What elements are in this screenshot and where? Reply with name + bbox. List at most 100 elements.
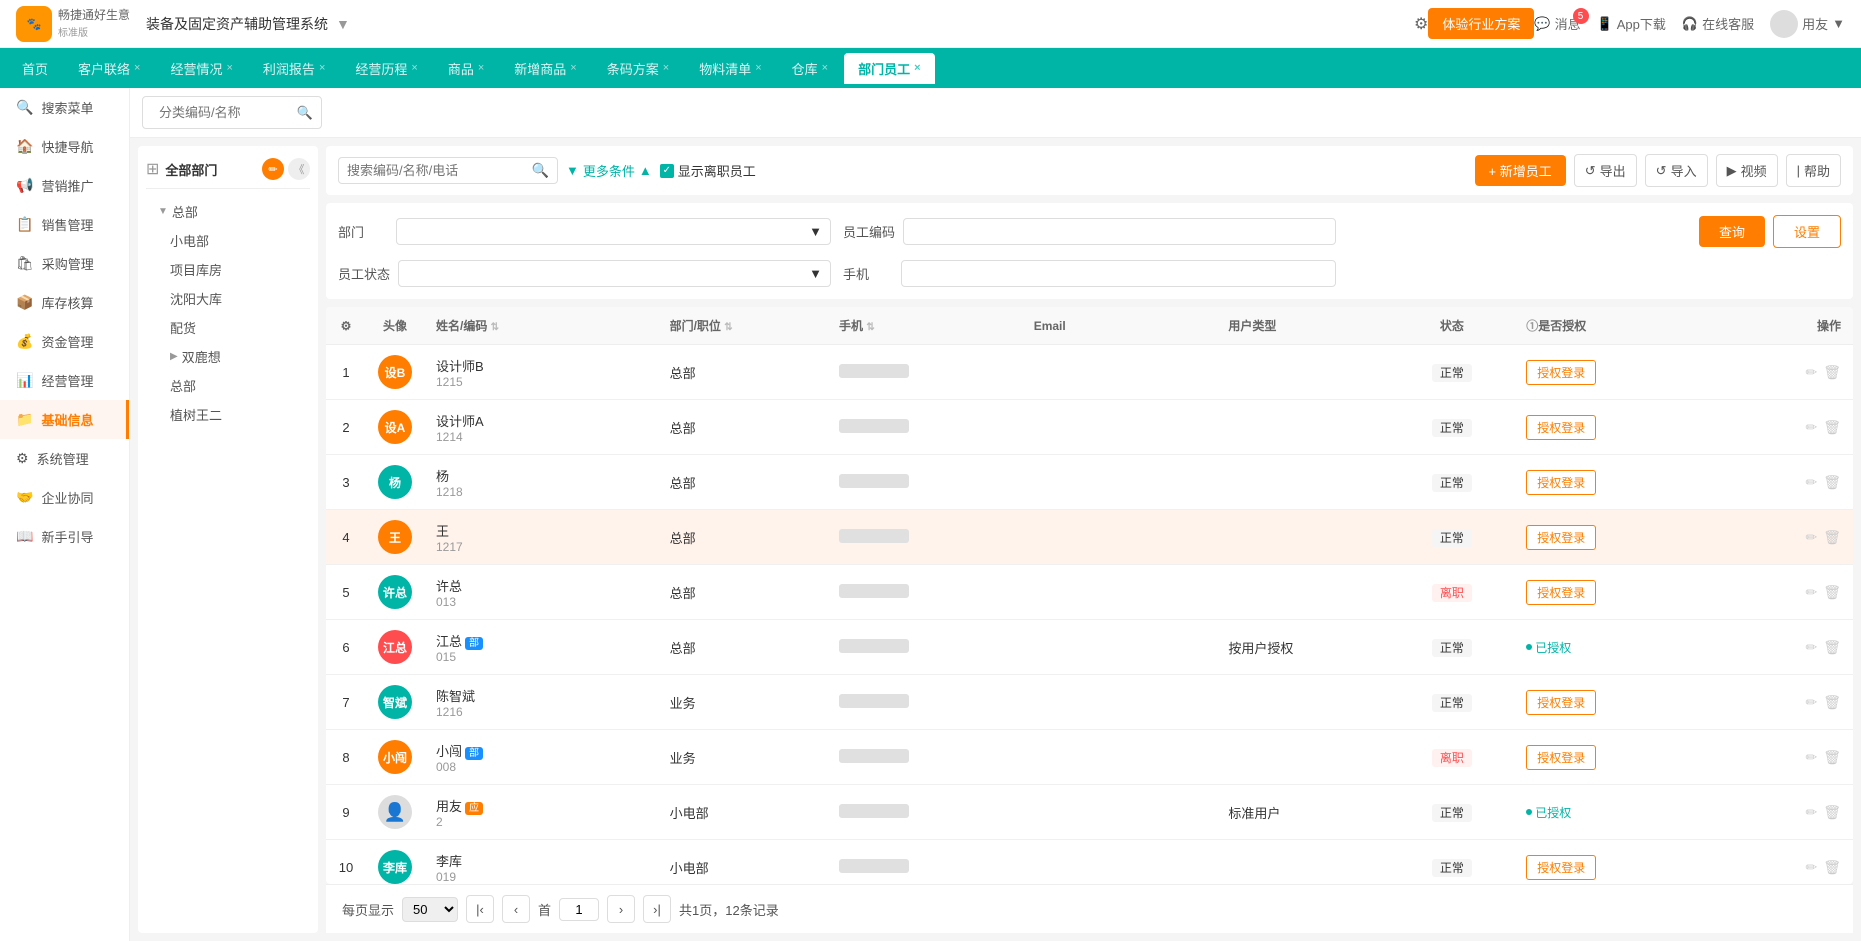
- tab-bom[interactable]: 物料清单 ×: [685, 53, 775, 84]
- delete-icon[interactable]: 🗑: [1823, 694, 1841, 711]
- tree-item-sy[interactable]: 沈阳大库: [158, 284, 310, 313]
- edit-icon[interactable]: ✏: [1805, 859, 1817, 876]
- authorize-button[interactable]: 授权登录: [1526, 580, 1596, 605]
- delete-icon[interactable]: 🗑: [1823, 529, 1841, 546]
- tree-item-xd[interactable]: 小电部: [158, 226, 310, 255]
- show-resigned-checkbox[interactable]: ✓: [660, 164, 674, 178]
- delete-icon[interactable]: 🗑: [1823, 364, 1841, 381]
- close-icon[interactable]: ×: [134, 62, 140, 74]
- import-button[interactable]: ↺ 导入: [1645, 154, 1708, 187]
- tab-home[interactable]: 首页: [8, 53, 62, 84]
- dept-search-icon[interactable]: 🔍: [297, 105, 313, 121]
- filter-phone-input[interactable]: [901, 260, 1336, 287]
- tab-warehouse[interactable]: 仓库 ×: [778, 53, 842, 84]
- close-icon[interactable]: ×: [478, 62, 484, 74]
- sidebar-item-inventory[interactable]: 📦 库存核算: [0, 283, 129, 322]
- tab-profit[interactable]: 利润报告 ×: [249, 53, 339, 84]
- search-input[interactable]: [347, 163, 532, 178]
- user-menu[interactable]: 用友 ▼: [1770, 10, 1845, 38]
- th-dept[interactable]: 部门/职位 ⇅: [658, 307, 827, 345]
- tab-history[interactable]: 经营历程 ×: [341, 53, 431, 84]
- page-input[interactable]: [559, 898, 599, 921]
- tab-customer[interactable]: 客户联络 ×: [64, 53, 154, 84]
- tree-item-ph[interactable]: 配货: [158, 313, 310, 342]
- close-icon[interactable]: ×: [570, 62, 576, 74]
- sidebar-item-purchase[interactable]: 🛍 采购管理: [0, 244, 129, 283]
- sidebar-item-finance[interactable]: 💰 资金管理: [0, 322, 129, 361]
- close-icon[interactable]: ×: [319, 62, 325, 74]
- authorize-button[interactable]: 授权登录: [1526, 415, 1596, 440]
- sidebar-item-management[interactable]: 📊 经营管理: [0, 361, 129, 400]
- th-settings[interactable]: ⚙: [326, 307, 366, 345]
- tab-operation[interactable]: 经营情况 ×: [156, 53, 246, 84]
- edit-icon[interactable]: ✏: [1805, 529, 1817, 546]
- edit-icon[interactable]: ✏: [1805, 749, 1817, 766]
- close-icon[interactable]: ×: [663, 62, 669, 74]
- close-icon[interactable]: ×: [914, 62, 920, 74]
- delete-icon[interactable]: 🗑: [1823, 749, 1841, 766]
- edit-icon[interactable]: ✏: [1805, 474, 1817, 491]
- first-page-button[interactable]: |‹: [466, 895, 494, 923]
- last-page-button[interactable]: ›|: [643, 895, 671, 923]
- trial-button[interactable]: 体验行业方案: [1428, 8, 1534, 39]
- close-icon[interactable]: ×: [226, 62, 232, 74]
- tab-staff[interactable]: 部门员工 ×: [844, 53, 934, 84]
- search-icon[interactable]: 🔍: [532, 162, 549, 179]
- dept-edit-button[interactable]: ✏: [262, 158, 284, 180]
- authorize-button[interactable]: 授权登录: [1526, 360, 1596, 385]
- reset-button[interactable]: 设置: [1773, 215, 1841, 248]
- add-employee-button[interactable]: + 新增员工: [1475, 155, 1566, 186]
- next-page-button[interactable]: ›: [607, 895, 635, 923]
- authorize-button[interactable]: 授权登录: [1526, 525, 1596, 550]
- authorize-button[interactable]: 授权登录: [1526, 745, 1596, 770]
- edit-icon[interactable]: ✏: [1805, 804, 1817, 821]
- th-name[interactable]: 姓名/编码 ⇅: [424, 307, 658, 345]
- filter-dept-select[interactable]: ▼: [396, 218, 831, 245]
- online-service-button[interactable]: 🎧 在线客服: [1682, 14, 1754, 33]
- edit-icon[interactable]: ✏: [1805, 639, 1817, 656]
- settings-icon[interactable]: ⚙: [1414, 14, 1428, 34]
- message-button[interactable]: 💬 消息 5: [1534, 14, 1580, 33]
- filter-empcode-input[interactable]: [903, 218, 1336, 245]
- delete-icon[interactable]: 🗑: [1823, 859, 1841, 876]
- th-phone[interactable]: 手机 ⇅: [827, 307, 1022, 345]
- page-size-select[interactable]: 50 100: [402, 897, 458, 922]
- delete-icon[interactable]: 🗑: [1823, 419, 1841, 436]
- sidebar-item-collab[interactable]: 🤝 企业协同: [0, 478, 129, 517]
- sidebar-item-guide[interactable]: 📖 新手引导: [0, 517, 129, 556]
- sidebar-item-sales[interactable]: 📋 销售管理: [0, 205, 129, 244]
- sidebar-item-marketing[interactable]: 📢 营销推广: [0, 166, 129, 205]
- dept-search-input[interactable]: [151, 101, 297, 124]
- tree-item-xm[interactable]: 项目库房: [158, 255, 310, 284]
- close-icon[interactable]: ×: [822, 62, 828, 74]
- sidebar-item-system[interactable]: ⚙ 系统管理: [0, 439, 129, 478]
- close-icon[interactable]: ×: [755, 62, 761, 74]
- edit-icon[interactable]: ✏: [1805, 419, 1817, 436]
- tree-item-zswz[interactable]: 植树王二: [158, 400, 310, 429]
- prev-page-button[interactable]: ‹: [502, 895, 530, 923]
- filter-status-select[interactable]: ▼: [398, 260, 831, 287]
- sidebar-item-search[interactable]: 🔍 搜索菜单: [0, 88, 129, 127]
- show-resigned-toggle[interactable]: ✓ 显示离职员工: [660, 161, 756, 180]
- delete-icon[interactable]: 🗑: [1823, 804, 1841, 821]
- delete-icon[interactable]: 🗑: [1823, 474, 1841, 491]
- edit-icon[interactable]: ✏: [1805, 584, 1817, 601]
- authorize-button[interactable]: 授权登录: [1526, 855, 1596, 880]
- sidebar-item-quicknav[interactable]: 🏠 快捷导航: [0, 127, 129, 166]
- filter-more-button[interactable]: ▼ 更多条件 ▲: [566, 161, 652, 180]
- tree-item-sl[interactable]: ▶ 双鹿想: [158, 342, 310, 371]
- help-button[interactable]: | 帮助: [1786, 154, 1841, 187]
- edit-icon[interactable]: ✏: [1805, 364, 1817, 381]
- view-button[interactable]: ▶ 视频: [1716, 154, 1778, 187]
- dept-collapse-button[interactable]: 《: [288, 158, 310, 180]
- tab-goods[interactable]: 商品 ×: [434, 53, 498, 84]
- authorize-button[interactable]: 授权登录: [1526, 690, 1596, 715]
- tree-item-headquarters-parent[interactable]: ▼ 总部: [146, 197, 310, 226]
- edit-icon[interactable]: ✏: [1805, 694, 1817, 711]
- export-button[interactable]: ↺ 导出: [1574, 154, 1637, 187]
- sidebar-item-basicinfo[interactable]: 📁 基础信息: [0, 400, 129, 439]
- app-download-button[interactable]: 📱 App下载: [1597, 14, 1666, 33]
- query-button[interactable]: 查询: [1699, 216, 1765, 247]
- close-icon[interactable]: ×: [411, 62, 417, 74]
- delete-icon[interactable]: 🗑: [1823, 639, 1841, 656]
